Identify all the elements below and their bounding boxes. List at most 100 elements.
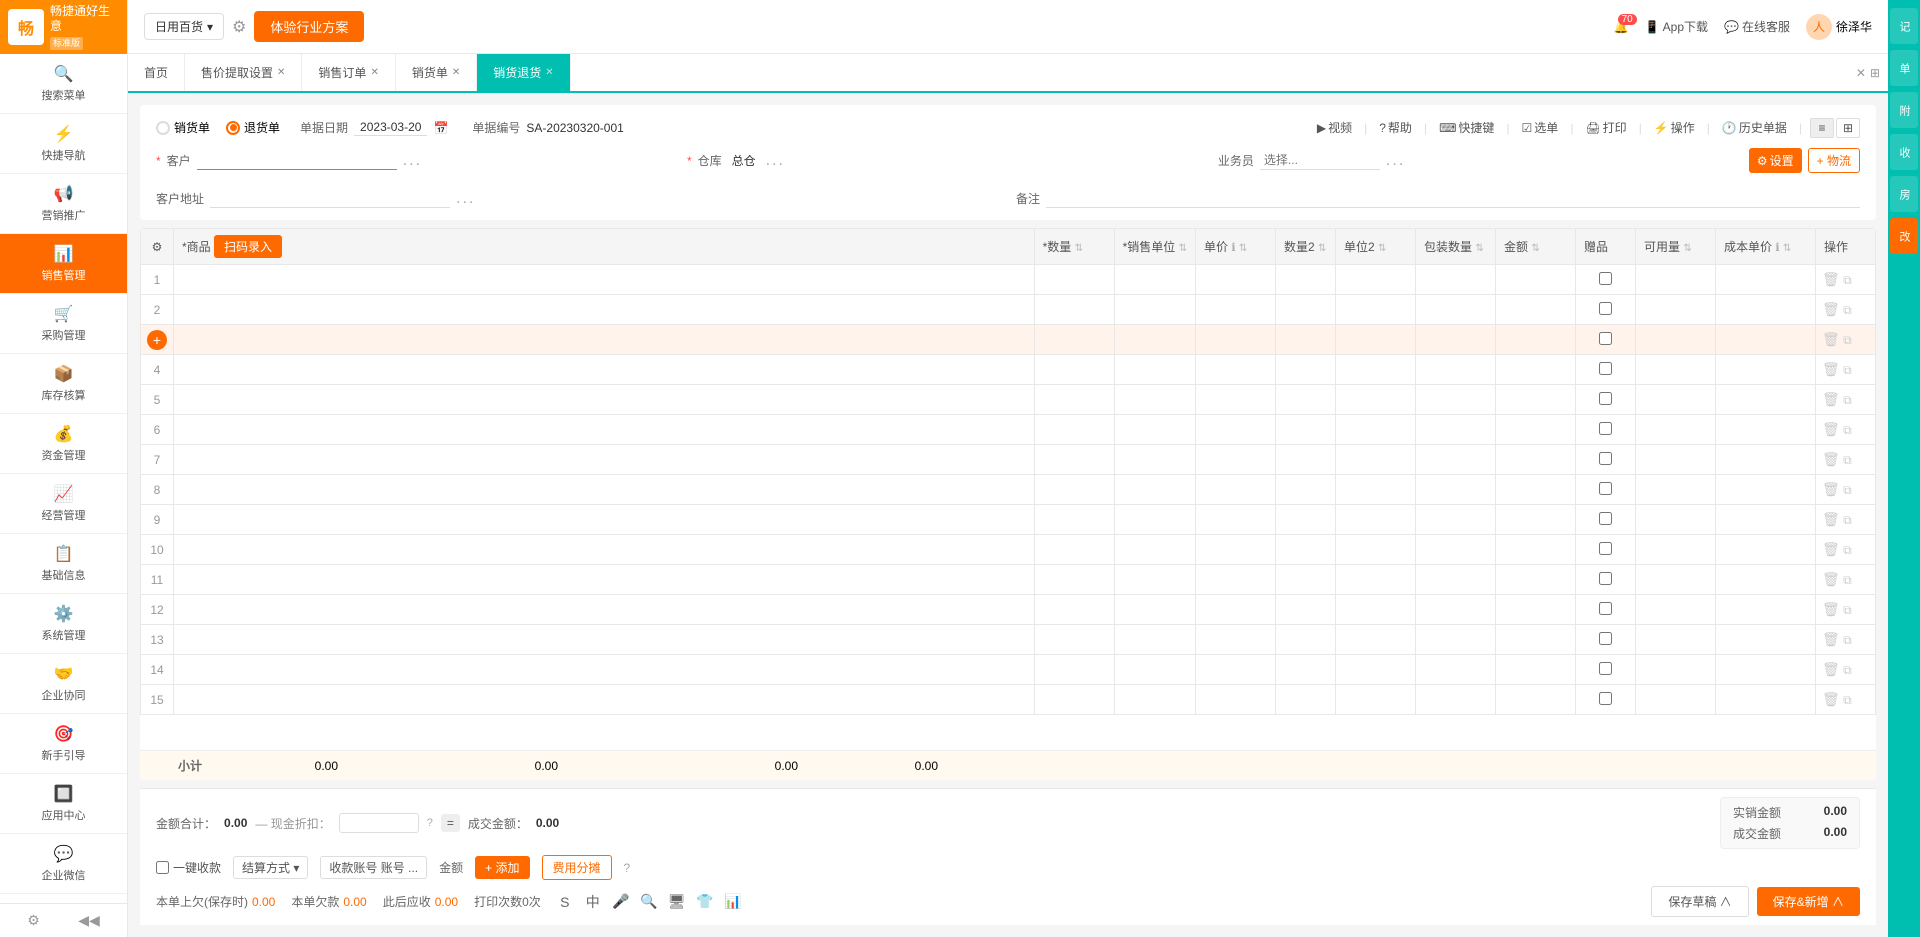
qty2-cell-5[interactable]: [1276, 385, 1336, 415]
toolbar-mic-icon[interactable]: 🎤: [609, 890, 633, 914]
cost-cell-5[interactable]: [1716, 385, 1816, 415]
gift-cell-7[interactable]: [1576, 445, 1636, 475]
price-sort-icon[interactable]: ⇅: [1239, 243, 1247, 254]
unit-cell-9[interactable]: [1114, 505, 1195, 535]
history-btn[interactable]: 🕐 历史单据: [1718, 117, 1791, 138]
qty2-cell-7[interactable]: [1276, 445, 1336, 475]
product-cell-2[interactable]: [174, 295, 1035, 325]
qty2-cell-15[interactable]: [1276, 685, 1336, 715]
pack-cell-13[interactable]: [1416, 625, 1496, 655]
cost-cell-8[interactable]: [1716, 475, 1816, 505]
toolbar-chinese-icon[interactable]: 中: [581, 890, 605, 914]
sidebar-item-shortcut[interactable]: ⚡快捷导航: [0, 114, 127, 174]
qty-cell-4[interactable]: [1034, 355, 1114, 385]
avail-cell-3[interactable]: [1636, 325, 1716, 355]
topbar-gear-icon[interactable]: ⚙: [232, 17, 246, 37]
unit-cell-12[interactable]: [1114, 595, 1195, 625]
one-key-collect-input[interactable]: [156, 861, 169, 874]
cost-cell-11[interactable]: [1716, 565, 1816, 595]
product-input-3[interactable]: [180, 333, 1028, 347]
avail-cell-2[interactable]: [1636, 295, 1716, 325]
avail-sort-icon[interactable]: ⇅: [1683, 243, 1691, 254]
copy-icon-2[interactable]: ⧉: [1843, 303, 1852, 317]
unit2-cell-6[interactable]: [1336, 415, 1416, 445]
delete-icon-11[interactable]: 🗑: [1822, 571, 1840, 587]
sidebar-item-system[interactable]: ⚙️系统管理: [0, 594, 127, 654]
amount-cell-6[interactable]: [1496, 415, 1576, 445]
price-cell-6[interactable]: [1196, 415, 1276, 445]
gift-check-10[interactable]: [1599, 542, 1612, 555]
qty2-cell-2[interactable]: [1276, 295, 1336, 325]
scan-btn[interactable]: 扫码录入: [214, 235, 282, 258]
price-cell-2[interactable]: [1196, 295, 1276, 325]
cost-sort-icon[interactable]: ⇅: [1783, 243, 1791, 254]
pack-cell-10[interactable]: [1416, 535, 1496, 565]
copy-icon-8[interactable]: ⧉: [1843, 483, 1852, 497]
product-cell-13[interactable]: [174, 625, 1035, 655]
tab-close-1[interactable]: ✕: [277, 67, 285, 78]
qty-cell-7[interactable]: [1034, 445, 1114, 475]
tab-2[interactable]: 销售订单✕: [302, 54, 395, 91]
price-cell-15[interactable]: [1196, 685, 1276, 715]
pack-cell-11[interactable]: [1416, 565, 1496, 595]
amount-cell-9[interactable]: [1496, 505, 1576, 535]
delete-icon-5[interactable]: 🗑: [1822, 391, 1840, 407]
warehouse-dots[interactable]: ...: [766, 152, 785, 170]
right-sidebar-btn-2[interactable]: 附: [1890, 92, 1918, 128]
gift-check-15[interactable]: [1599, 692, 1612, 705]
unit-cell-8[interactable]: [1114, 475, 1195, 505]
add-payment-btn[interactable]: + 添加: [475, 856, 529, 879]
qty-sort-icon[interactable]: ⇅: [1075, 243, 1083, 254]
copy-icon-3[interactable]: ⧉: [1843, 333, 1852, 347]
pack-cell-7[interactable]: [1416, 445, 1496, 475]
copy-icon-1[interactable]: ⧉: [1843, 273, 1852, 287]
delete-icon-13[interactable]: 🗑: [1822, 631, 1840, 647]
amount-cell-14[interactable]: [1496, 655, 1576, 685]
exp-btn[interactable]: 体验行业方案: [254, 11, 364, 42]
settlement-select[interactable]: 结算方式 ▾: [233, 856, 308, 879]
delete-icon-4[interactable]: 🗑: [1822, 361, 1840, 377]
delete-icon-14[interactable]: 🗑: [1822, 661, 1840, 677]
gift-check-4[interactable]: [1599, 362, 1612, 375]
toolbar-monitor-icon[interactable]: 🖥: [665, 890, 689, 914]
unit-cell-1[interactable]: [1114, 265, 1195, 295]
gift-check-13[interactable]: [1599, 632, 1612, 645]
copy-icon-12[interactable]: ⧉: [1843, 603, 1852, 617]
close-all-tabs-icon[interactable]: ✕: [1856, 66, 1866, 80]
amount-cell-4[interactable]: [1496, 355, 1576, 385]
price-cell-7[interactable]: [1196, 445, 1276, 475]
unit2-cell-13[interactable]: [1336, 625, 1416, 655]
toolbar-s-icon[interactable]: S: [553, 890, 577, 914]
unit2-cell-3[interactable]: [1336, 325, 1416, 355]
product-cell-4[interactable]: [174, 355, 1035, 385]
gift-cell-13[interactable]: [1576, 625, 1636, 655]
amount-cell-15[interactable]: [1496, 685, 1576, 715]
qty2-cell-9[interactable]: [1276, 505, 1336, 535]
qty2-cell-4[interactable]: [1276, 355, 1336, 385]
product-cell-11[interactable]: [174, 565, 1035, 595]
maximize-icon[interactable]: ⊞: [1870, 66, 1880, 80]
price-cell-1[interactable]: [1196, 265, 1276, 295]
operate-btn[interactable]: ⚡ 操作: [1650, 117, 1699, 138]
date-value[interactable]: 2023-03-20: [354, 119, 427, 136]
amount-cell-2[interactable]: [1496, 295, 1576, 325]
qty2-cell-14[interactable]: [1276, 655, 1336, 685]
qty2-cell-3[interactable]: [1276, 325, 1336, 355]
gear-icon[interactable]: ⚙: [152, 240, 163, 254]
avail-cell-11[interactable]: [1636, 565, 1716, 595]
copy-icon-11[interactable]: ⧉: [1843, 573, 1852, 587]
copy-icon-14[interactable]: ⧉: [1843, 663, 1852, 677]
unit-cell-11[interactable]: [1114, 565, 1195, 595]
product-cell-3[interactable]: [174, 325, 1035, 355]
delete-icon-10[interactable]: 🗑: [1822, 541, 1840, 557]
expense-btn[interactable]: 费用分摊: [542, 855, 612, 880]
copy-icon-6[interactable]: ⧉: [1843, 423, 1852, 437]
cost-cell-13[interactable]: [1716, 625, 1816, 655]
setting-btn[interactable]: ⚙ 设置: [1749, 148, 1802, 173]
qty-cell-12[interactable]: [1034, 595, 1114, 625]
unit-cell-13[interactable]: [1114, 625, 1195, 655]
delete-icon-8[interactable]: 🗑: [1822, 481, 1840, 497]
amount-cell-1[interactable]: [1496, 265, 1576, 295]
unit-cell-3[interactable]: [1114, 325, 1195, 355]
gift-check-6[interactable]: [1599, 422, 1612, 435]
